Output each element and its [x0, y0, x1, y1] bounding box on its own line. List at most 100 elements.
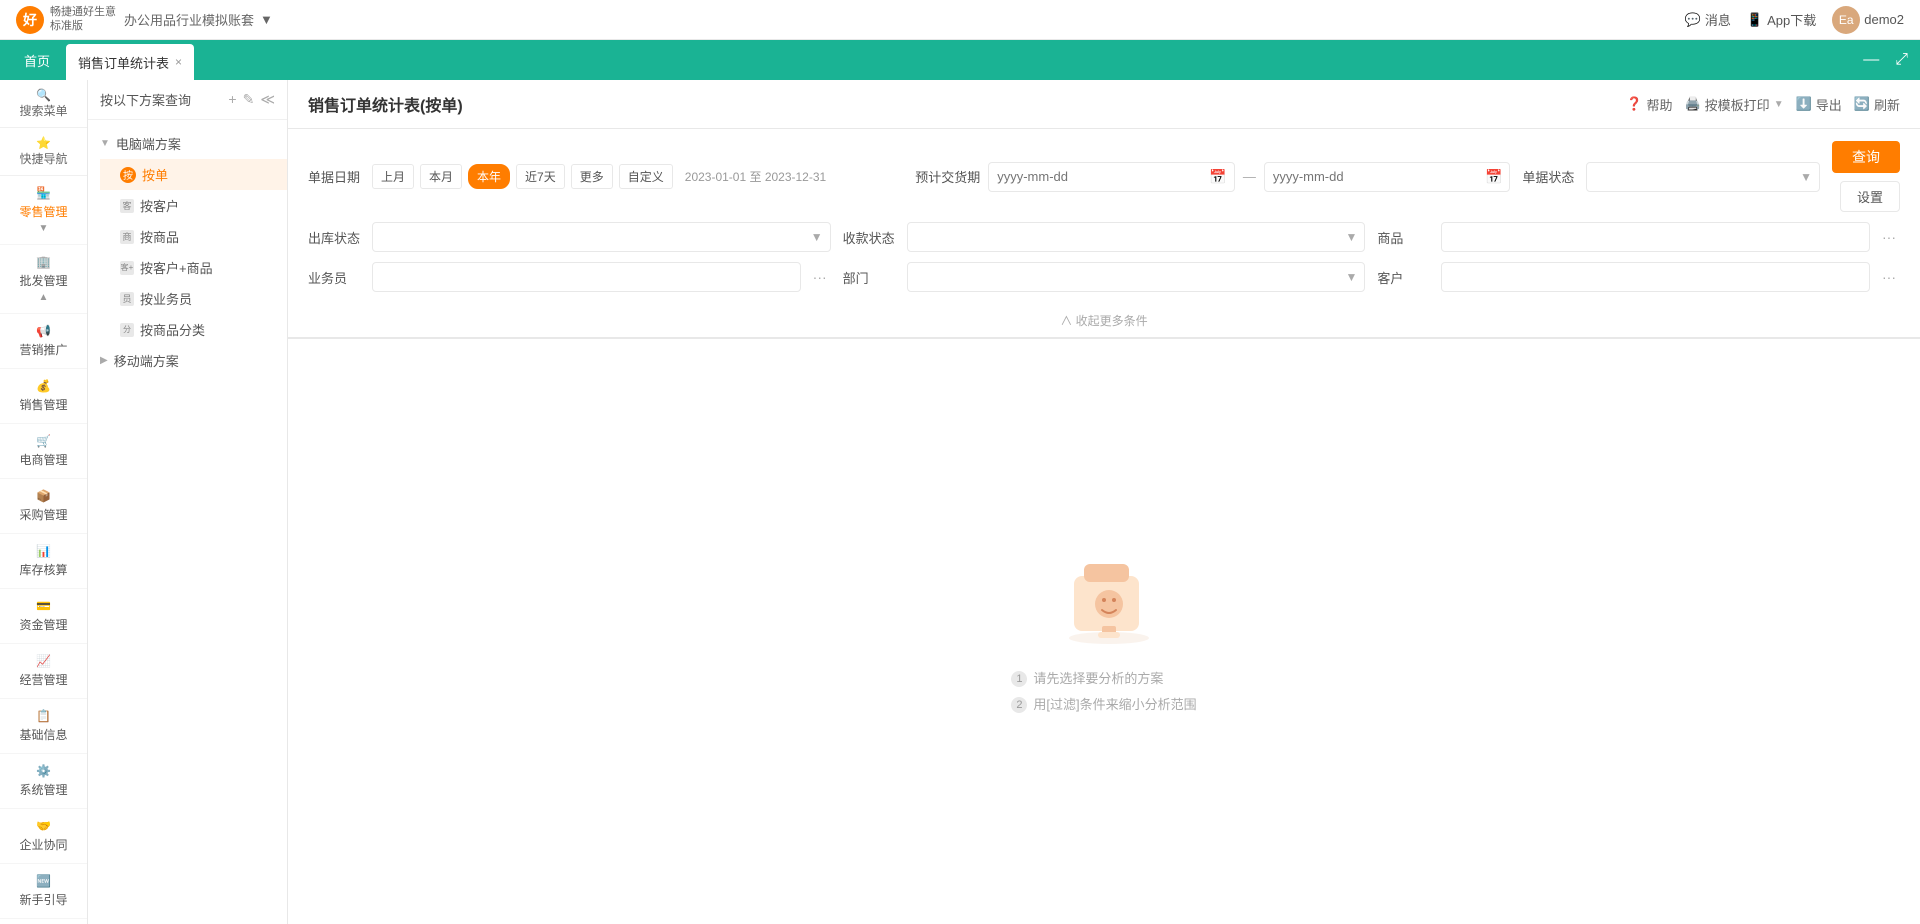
tab-minimize-button[interactable]: —	[1859, 47, 1883, 73]
product-input[interactable]	[1441, 222, 1870, 252]
more-btn[interactable]: 更多	[571, 164, 613, 189]
scheme-icon-by-customer: 客	[120, 199, 134, 213]
empty-hints: 1 请先选择要分析的方案 2 用[过滤]条件来缩小分析范围	[1011, 666, 1196, 718]
add-scheme-button[interactable]: +	[228, 91, 236, 108]
settings-button[interactable]: 设置	[1840, 181, 1900, 212]
sales-icon: 💰	[36, 379, 51, 393]
scheme-by-order[interactable]: 按 按单	[100, 159, 287, 190]
status-select[interactable]	[1586, 162, 1820, 192]
sidebar-item-enterprise[interactable]: 🤝 企业协同	[0, 809, 87, 864]
wholesale-arrow: ▲	[39, 292, 49, 303]
product-more-icon[interactable]: ···	[1878, 229, 1900, 245]
expected-date-start-input[interactable]	[988, 162, 1235, 192]
expected-date-col: 预计交货期 📅 — 📅	[915, 162, 1510, 192]
calendar-end-icon[interactable]: 📅	[1485, 168, 1502, 185]
page-header: 销售订单统计表(按单) ❓ 帮助 🖨️ 按模板打印 ▼ ⬇️ 导出	[288, 80, 1920, 129]
scheme-icon-by-cat: 分	[120, 323, 134, 337]
scheme-icon-by-cp: 客+	[120, 261, 134, 275]
sidebar-item-finance[interactable]: 💳 资金管理	[0, 589, 87, 644]
logo-icon: 好	[16, 6, 44, 34]
top-bar: 好 畅捷通好生意 标准版 办公用品行业模拟账套 ▼ 💬 消息 📱 App下载 E…	[0, 0, 1920, 40]
logo-text: 畅捷通好生意 标准版	[50, 6, 116, 32]
sidebar-item-basic[interactable]: 📋 基础信息	[0, 699, 87, 754]
delivery-status-select[interactable]	[372, 222, 831, 252]
tab-restore-button[interactable]: ⤢	[1891, 47, 1912, 73]
refresh-button[interactable]: 🔄 刷新	[1854, 95, 1900, 114]
scheme-by-salesperson[interactable]: 员 按业务员	[100, 283, 287, 314]
query-button[interactable]: 查询	[1832, 141, 1900, 173]
breadcrumb-arrow[interactable]: ▼	[260, 12, 273, 27]
export-button[interactable]: ⬇️ 导出	[1796, 95, 1842, 114]
page-actions: ❓ 帮助 🖨️ 按模板打印 ▼ ⬇️ 导出 🔄 刷新	[1626, 95, 1900, 114]
system-icon: ⚙️	[36, 764, 51, 778]
tab-sales-order-stats[interactable]: 销售订单统计表 ×	[66, 44, 194, 80]
payment-status-label: 收款状态	[843, 228, 899, 247]
this-month-btn[interactable]: 本月	[420, 164, 462, 189]
sidebar-item-ecommerce[interactable]: 🛒 电商管理	[0, 424, 87, 479]
main-layout: 🔍 搜索菜单 ⭐ 快捷导航 🏪 零售管理 ▼ 🏢 批发管理 ▲ 📢 营销推广 💰…	[0, 80, 1920, 924]
sidebar-item-operation[interactable]: 📈 经营管理	[0, 644, 87, 699]
app-icon: 📱	[1747, 12, 1763, 28]
scheme-by-customer-product[interactable]: 客+ 按客户+商品	[100, 252, 287, 283]
date-filter-col: 单据日期 上月 本月 本年 近7天 更多 自定义 2023-01-01 至 20…	[308, 164, 903, 189]
custom-btn[interactable]: 自定义	[619, 164, 673, 189]
sidebar-item-marketing[interactable]: 📢 营销推广	[0, 314, 87, 369]
collapse-filter-bar[interactable]: ∧ 收起更多条件	[288, 304, 1920, 338]
breadcrumb[interactable]: 办公用品行业模拟账套 ▼	[124, 10, 273, 29]
customer-col: 客户 ···	[1377, 262, 1900, 292]
salesperson-more-icon[interactable]: ···	[809, 269, 831, 285]
scheme-by-customer[interactable]: 客 按客户	[100, 190, 287, 221]
edit-scheme-button[interactable]: ✎	[243, 91, 255, 108]
delivery-status-label: 出库状态	[308, 228, 364, 247]
sidebar-item-system[interactable]: ⚙️ 系统管理	[0, 754, 87, 809]
sidebar-item-retail[interactable]: 🏪 零售管理 ▼	[0, 176, 87, 245]
tab-home[interactable]: 首页	[8, 40, 66, 80]
scheme-by-category[interactable]: 分 按商品分类	[100, 314, 287, 345]
user-menu[interactable]: Ea demo2	[1832, 6, 1904, 34]
sidebar-search[interactable]: 🔍 搜索菜单	[0, 80, 87, 128]
app-download-button[interactable]: 📱 App下载	[1747, 10, 1816, 29]
last-7-btn[interactable]: 近7天	[516, 164, 565, 189]
help-button[interactable]: ❓ 帮助	[1626, 95, 1672, 114]
status-col: 单据状态 ▼	[1522, 162, 1820, 192]
tab-close-button[interactable]: ×	[175, 55, 182, 69]
customer-input[interactable]	[1441, 262, 1870, 292]
print-dropdown-icon[interactable]: ▼	[1774, 99, 1784, 110]
sidebar-item-apps[interactable]: 🧩 应用中心	[0, 919, 87, 924]
template-print-button[interactable]: 🖨️ 按模板打印 ▼	[1684, 95, 1783, 114]
retail-arrow: ▼	[39, 223, 49, 234]
collapse-panel-button[interactable]: ≪	[260, 91, 275, 108]
sidebar-quicknav[interactable]: ⭐ 快捷导航	[0, 128, 87, 176]
left-panel-header: 按以下方案查询 + ✎ ≪	[88, 80, 287, 120]
sidebar-item-inventory[interactable]: 📊 库存核算	[0, 534, 87, 589]
expected-date-end-input[interactable]	[1264, 162, 1511, 192]
message-button[interactable]: 💬 消息	[1685, 10, 1731, 29]
sidebar-item-purchase[interactable]: 📦 采购管理	[0, 479, 87, 534]
sidebar-item-wholesale[interactable]: 🏢 批发管理 ▲	[0, 245, 87, 314]
department-select[interactable]	[907, 262, 1366, 292]
calendar-start-icon[interactable]: 📅	[1209, 168, 1226, 185]
pc-section-header[interactable]: ▼ 电脑端方案	[88, 128, 287, 159]
payment-status-select[interactable]	[907, 222, 1366, 252]
tab-bar-actions: — ⤢	[1859, 47, 1912, 73]
main-content: 销售订单统计表(按单) ❓ 帮助 🖨️ 按模板打印 ▼ ⬇️ 导出	[288, 80, 1920, 924]
retail-icon: 🏪	[36, 186, 51, 200]
content-area: 按以下方案查询 + ✎ ≪ ▼ 电脑端方案 按 按单	[88, 80, 1920, 924]
sidebar: 🔍 搜索菜单 ⭐ 快捷导航 🏪 零售管理 ▼ 🏢 批发管理 ▲ 📢 营销推广 💰…	[0, 80, 88, 924]
department-col: 部门 ▼	[843, 262, 1366, 292]
filter-row-3: 业务员 ··· 部门 ▼	[308, 262, 1900, 292]
avatar: Ea	[1832, 6, 1860, 34]
filter-row-1: 单据日期 上月 本月 本年 近7天 更多 自定义 2023-01-01 至 20…	[308, 141, 1900, 212]
mobile-section-header[interactable]: ▶ 移动端方案	[88, 345, 287, 376]
salesperson-input[interactable]	[372, 262, 801, 292]
mobile-expand-icon: ▶	[100, 355, 108, 366]
inventory-icon: 📊	[36, 544, 51, 558]
sidebar-item-newguide[interactable]: 🆕 新手引导	[0, 864, 87, 919]
sidebar-item-sales[interactable]: 💰 销售管理	[0, 369, 87, 424]
marketing-icon: 📢	[36, 324, 51, 338]
this-year-btn[interactable]: 本年	[468, 164, 510, 189]
hint-row-1: 1 请先选择要分析的方案	[1011, 666, 1196, 692]
prev-month-btn[interactable]: 上月	[372, 164, 414, 189]
scheme-by-product[interactable]: 商 按商品	[100, 221, 287, 252]
customer-more-icon[interactable]: ···	[1878, 269, 1900, 285]
